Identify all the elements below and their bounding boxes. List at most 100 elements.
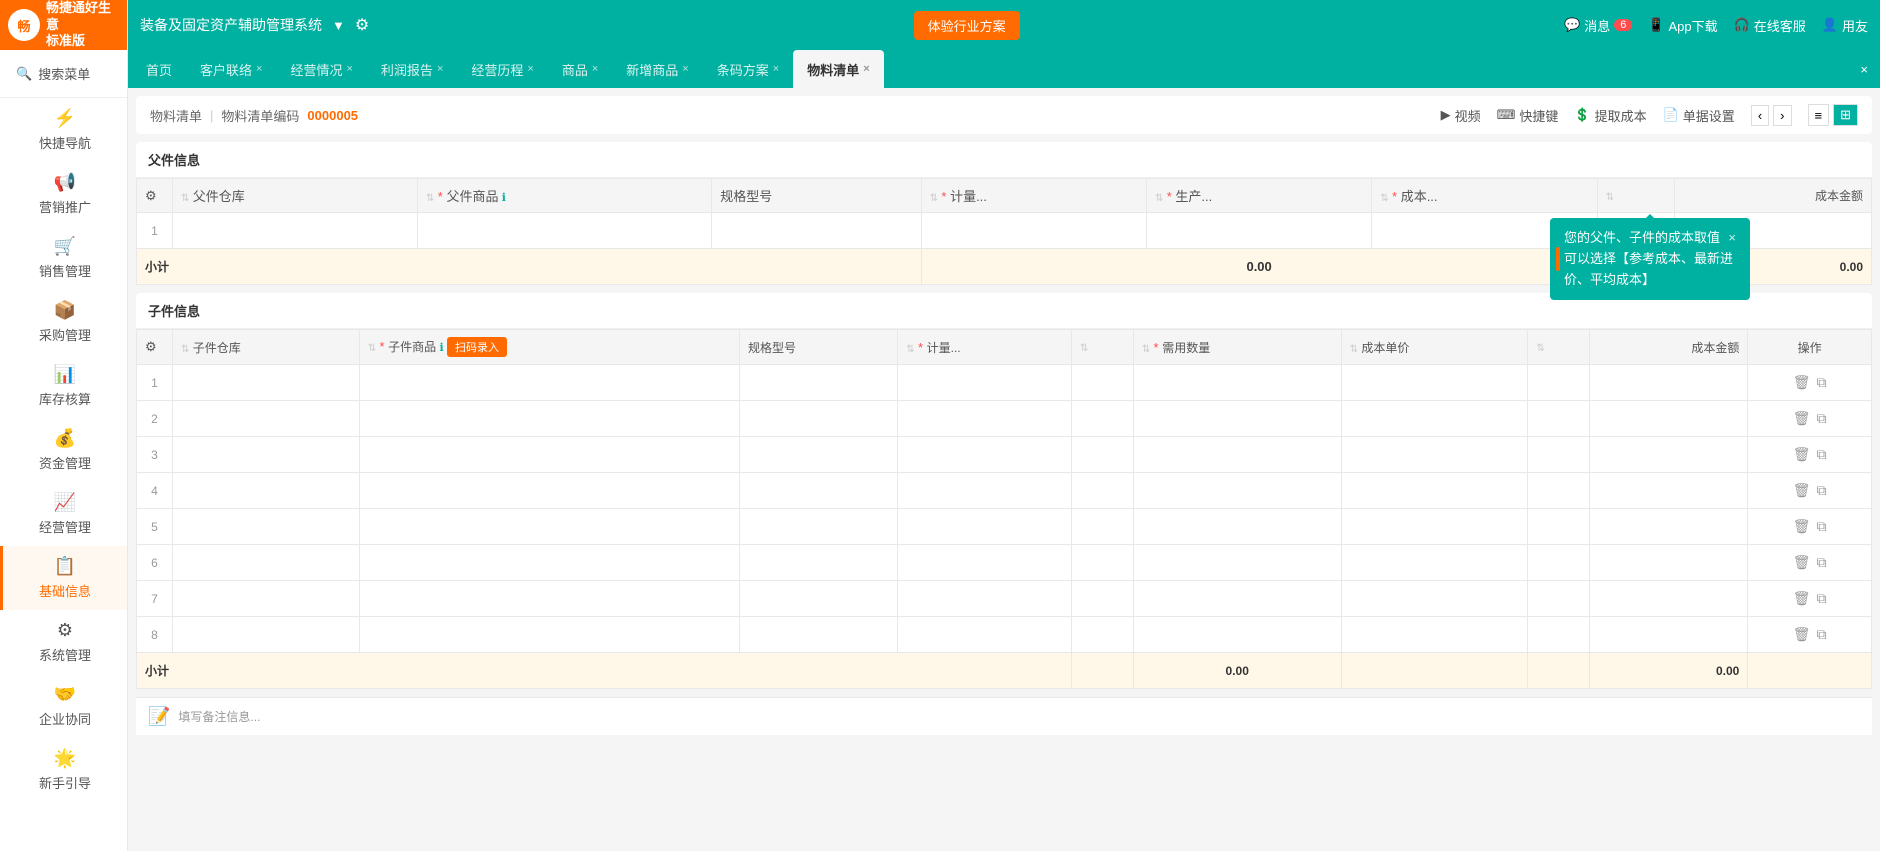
tab-profit-close[interactable]: × <box>437 63 443 75</box>
grid-view-button[interactable]: ⊞ <box>1833 104 1858 126</box>
parent-produce-cell[interactable] <box>1146 213 1371 249</box>
dropdown-icon[interactable]: ▼ <box>332 18 345 33</box>
next-button[interactable]: › <box>1773 105 1791 126</box>
child-action-1: 🗑 ⧉ <box>1748 365 1872 401</box>
sidebar-item-enterprise[interactable]: 🤝 企业协同 <box>0 674 127 738</box>
scan-input-button[interactable]: 扫码录入 <box>447 337 507 357</box>
copy-icon-5[interactable]: ⧉ <box>1817 518 1827 535</box>
child-product-2[interactable] <box>359 401 739 437</box>
delete-icon-7[interactable]: 🗑 <box>1793 590 1811 607</box>
tab-bom-close[interactable]: × <box>863 63 869 75</box>
delete-icon-6[interactable]: 🗑 <box>1793 554 1811 571</box>
tab-history[interactable]: 经营历程 × <box>457 50 547 88</box>
tab-goods[interactable]: 商品 × <box>548 50 612 88</box>
tab-operations[interactable]: 经营情况 × <box>276 50 366 88</box>
settings-icon[interactable]: ⚙ <box>355 15 369 35</box>
online-service-button[interactable]: 🎧 在线客服 <box>1734 16 1806 35</box>
tab-barcode[interactable]: 条码方案 × <box>703 50 793 88</box>
purchase-icon: 📦 <box>54 300 76 321</box>
tab-new-goods[interactable]: 新增商品 × <box>612 50 702 88</box>
parent-unit-cell[interactable] <box>921 213 1146 249</box>
parent-product-cell[interactable] <box>418 213 712 249</box>
view-controls: ≡ ⊞ <box>1808 104 1859 126</box>
child-th-sort2: ⇅ <box>1528 330 1590 365</box>
tab-operations-close[interactable]: × <box>346 63 352 75</box>
tab-bom[interactable]: 物料清单 × <box>793 50 883 88</box>
sidebar-item-operations[interactable]: 📈 经营管理 <box>0 482 127 546</box>
enterprise-icon: 🤝 <box>54 684 76 705</box>
child-th-gear[interactable]: ⚙ <box>137 330 173 365</box>
get-cost-button[interactable]: 💲 提取成本 <box>1574 106 1646 125</box>
delete-icon-5[interactable]: 🗑 <box>1793 518 1811 535</box>
tab-profit[interactable]: 利润报告 × <box>367 50 457 88</box>
sidebar-item-sales[interactable]: 🛒 销售管理 <box>0 226 127 290</box>
delete-icon-2[interactable]: 🗑 <box>1793 410 1811 427</box>
user-button[interactable]: 👤 用友 <box>1822 16 1868 35</box>
view-button[interactable]: ▶ 视频 <box>1441 106 1481 125</box>
child-product-1[interactable] <box>359 365 739 401</box>
copy-icon-2[interactable]: ⧉ <box>1817 410 1827 427</box>
system-title: 装备及固定资产辅助管理系统 <box>140 15 322 35</box>
sidebar-item-guide[interactable]: 🌟 新手引导 <box>0 738 127 802</box>
copy-icon-6[interactable]: ⧉ <box>1817 554 1827 571</box>
copy-icon-8[interactable]: ⧉ <box>1817 626 1827 643</box>
single-settings-button[interactable]: 📄 单据设置 <box>1663 106 1735 125</box>
child-qty-2[interactable] <box>1133 401 1341 437</box>
delete-icon-4[interactable]: 🗑 <box>1793 482 1811 499</box>
sidebar-item-system[interactable]: ⚙ 系统管理 <box>0 610 127 674</box>
sidebar-item-basic-info[interactable]: 📋 基础信息 <box>0 546 127 610</box>
tab-new-goods-close[interactable]: × <box>682 63 688 75</box>
child-gear-icon: ⚙ <box>145 339 157 354</box>
tab-close-all[interactable]: × <box>1852 62 1876 77</box>
child-unit-1[interactable] <box>898 365 1072 401</box>
delete-icon-8[interactable]: 🗑 <box>1793 626 1811 643</box>
parent-th-produce: ⇅ * 生产... <box>1146 179 1371 213</box>
tab-goods-close[interactable]: × <box>592 63 598 75</box>
child-spec-2[interactable] <box>740 401 898 437</box>
breadcrumb: 物料清单 <box>150 106 202 125</box>
settings-doc-icon: 📄 <box>1663 107 1679 123</box>
tooltip-bar <box>1556 247 1560 271</box>
sidebar-item-purchase[interactable]: 📦 采购管理 <box>0 290 127 354</box>
shortcut-button[interactable]: ⌨ 快捷键 <box>1497 106 1559 125</box>
tab-customer-close[interactable]: × <box>256 63 262 75</box>
marketing-icon: 📢 <box>54 172 76 193</box>
child-th-unit: ⇅ * 计量... <box>898 330 1072 365</box>
parent-warehouse-cell[interactable] <box>173 213 418 249</box>
quick-nav-icon: ⚡ <box>54 108 76 129</box>
child-warehouse-1[interactable] <box>173 365 360 401</box>
delete-icon-3[interactable]: 🗑 <box>1793 446 1811 463</box>
copy-icon-1[interactable]: ⧉ <box>1817 374 1827 391</box>
child-warehouse-2[interactable] <box>173 401 360 437</box>
sidebar-item-marketing[interactable]: 📢 营销推广 <box>0 162 127 226</box>
child-qty-1[interactable] <box>1133 365 1341 401</box>
parent-th-amount: 成本金额 <box>1674 179 1871 213</box>
search-menu-button[interactable]: 🔍 搜索菜单 <box>8 58 119 89</box>
message-icon: 💬 <box>1564 17 1580 33</box>
message-button[interactable]: 💬 消息 6 <box>1564 16 1632 35</box>
tab-barcode-close[interactable]: × <box>773 63 779 75</box>
list-view-button[interactable]: ≡ <box>1808 104 1830 126</box>
child-spec-1[interactable] <box>740 365 898 401</box>
child-unit-2[interactable] <box>898 401 1072 437</box>
sidebar-item-inventory[interactable]: 📊 库存核算 <box>0 354 127 418</box>
copy-icon-4[interactable]: ⧉ <box>1817 482 1827 499</box>
tab-customer[interactable]: 客户联络 × <box>186 50 276 88</box>
child-th-amount: 成本金额 <box>1590 330 1748 365</box>
app-download-button[interactable]: 📱 App下载 <box>1648 16 1717 35</box>
tab-home[interactable]: 首页 <box>132 50 186 88</box>
prev-button[interactable]: ‹ <box>1751 105 1769 126</box>
tab-history-close[interactable]: × <box>527 63 533 75</box>
tooltip-text: 您的父件、子件的成本取值可以选择【参考成本、最新进价、平均成本】 <box>1564 230 1733 287</box>
sidebar-item-quick-nav[interactable]: ⚡ 快捷导航 <box>0 98 127 162</box>
tooltip-close-button[interactable]: × <box>1728 228 1736 249</box>
copy-icon-3[interactable]: ⧉ <box>1817 446 1827 463</box>
parent-spec-cell[interactable] <box>712 213 921 249</box>
child-subtotal-amount: 0.00 <box>1590 653 1748 689</box>
experience-button[interactable]: 体验行业方案 <box>914 11 1020 40</box>
delete-icon-1[interactable]: 🗑 <box>1793 374 1811 391</box>
copy-icon-7[interactable]: ⧉ <box>1817 590 1827 607</box>
parent-th-gear[interactable]: ⚙ <box>137 179 173 213</box>
sidebar-item-finance[interactable]: 💰 资金管理 <box>0 418 127 482</box>
parent-subtotal-label: 小计 <box>137 249 922 285</box>
